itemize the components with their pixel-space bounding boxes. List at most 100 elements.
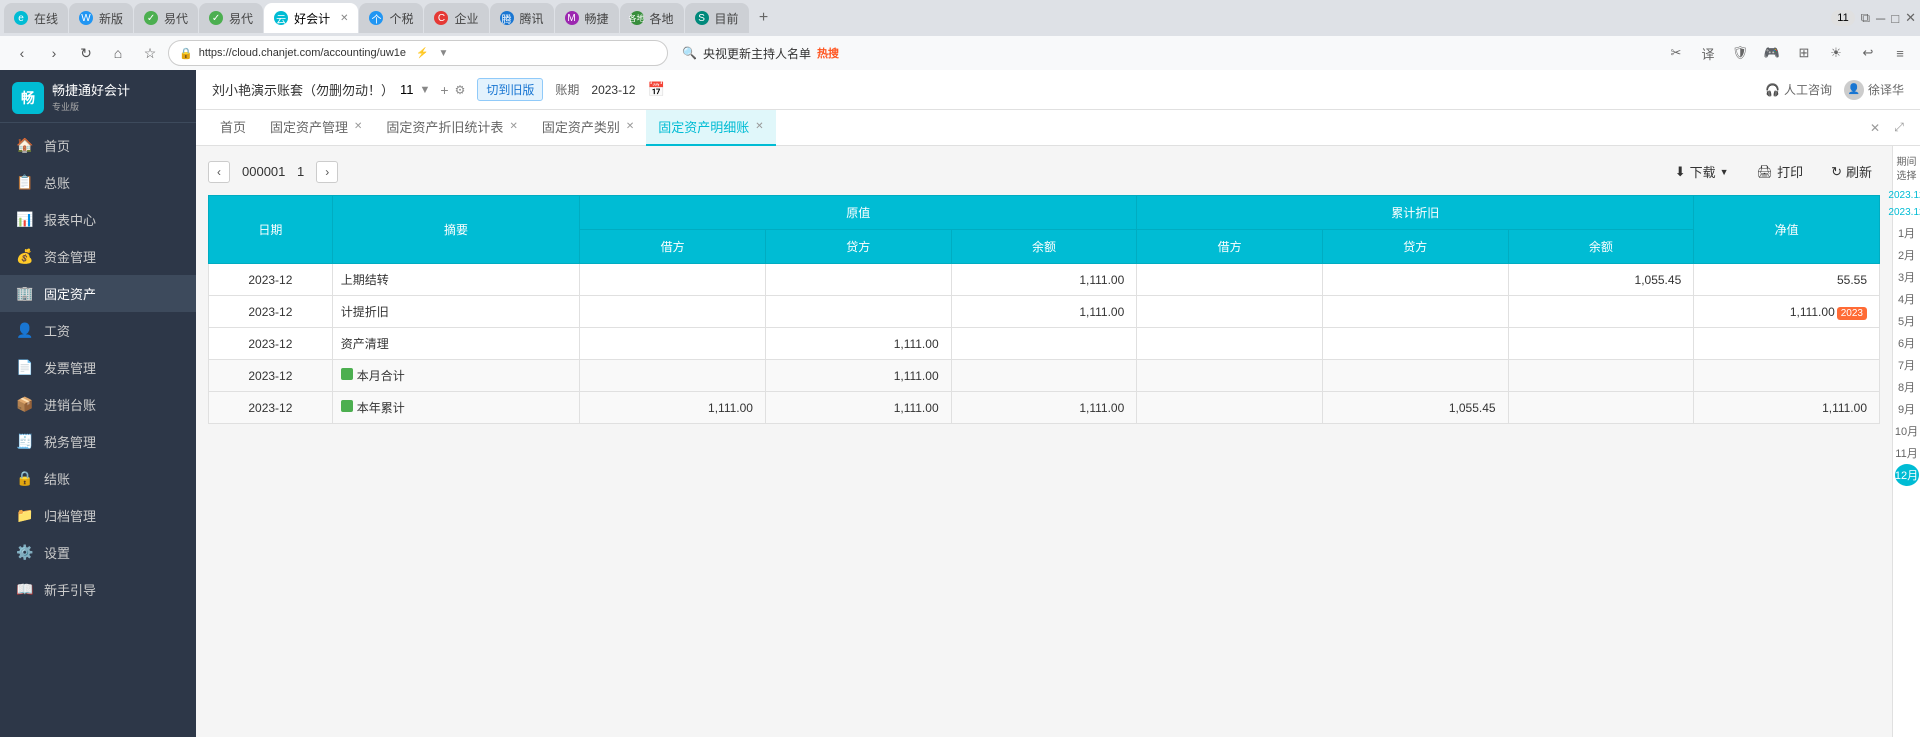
customer-service-btn[interactable]: 🎧 人工咨询 bbox=[1765, 81, 1832, 98]
browser-tab-yidai1[interactable]: ✓ 易代 bbox=[134, 3, 198, 33]
brightness-icon[interactable]: ☀ bbox=[1824, 41, 1848, 65]
tab-close-icon[interactable]: ✕ bbox=[354, 121, 362, 132]
translate-icon[interactable]: 译 bbox=[1696, 41, 1720, 65]
url-bar[interactable]: 🔒 https://cloud.chanjet.com/accounting/u… bbox=[168, 40, 668, 66]
user-info[interactable]: 👤 徐译华 bbox=[1844, 80, 1904, 100]
scissors-icon[interactable]: ✂ bbox=[1664, 41, 1688, 65]
sidebar-item-reports[interactable]: 📊 报表中心 bbox=[0, 201, 196, 238]
bookmark-button[interactable]: ☆ bbox=[136, 39, 164, 67]
calendar-icon[interactable]: 📅 bbox=[647, 81, 664, 98]
window-close-icon[interactable]: ✕ bbox=[1905, 10, 1916, 26]
col-date: 日期 bbox=[209, 196, 333, 264]
next-page-button[interactable]: › bbox=[316, 161, 338, 183]
browser-tab-online[interactable]: e 在线 bbox=[4, 3, 68, 33]
tab-close-icon[interactable]: ✕ bbox=[509, 121, 517, 132]
sidebar-item-label: 设置 bbox=[44, 543, 70, 562]
refresh-button-main[interactable]: ↻ 刷新 bbox=[1823, 158, 1880, 185]
sidebar-item-archive[interactable]: 📁 归档管理 bbox=[0, 497, 196, 534]
sidebar-item-invoice[interactable]: 📄 发票管理 bbox=[0, 349, 196, 386]
tab-fixed-asset-mgmt[interactable]: 固定资产管理 ✕ bbox=[258, 110, 374, 146]
right-period-panel: 期间选择 2023.12 2023.12 1月2月3月4月5月6月7月8月9月1… bbox=[1892, 146, 1920, 737]
sidebar-item-guide[interactable]: 📖 新手引导 bbox=[0, 571, 196, 608]
period-month-12[interactable]: 12月 bbox=[1895, 464, 1919, 486]
tab-close-icon[interactable]: ✕ bbox=[626, 121, 634, 132]
menu-icon[interactable]: ≡ bbox=[1888, 41, 1912, 65]
browser-tab-yidai2[interactable]: ✓ 易代 bbox=[199, 3, 263, 33]
period-month-7[interactable]: 7月 bbox=[1895, 354, 1919, 376]
close-tab-icon[interactable]: ✕ bbox=[340, 13, 348, 24]
expand-panel-button[interactable]: ⤢ bbox=[1890, 119, 1908, 137]
sidebar-item-home[interactable]: 🏠 首页 bbox=[0, 127, 196, 164]
period-month-10[interactable]: 10月 bbox=[1895, 420, 1919, 442]
period-month-2[interactable]: 2月 bbox=[1895, 244, 1919, 266]
tab-fixed-asset-detail[interactable]: 固定资产明细账 ✕ bbox=[646, 110, 775, 146]
table-cell-net-value: 55.55 bbox=[1694, 264, 1880, 296]
site-info-icon[interactable]: ⚡ bbox=[416, 48, 428, 59]
period-month-9[interactable]: 9月 bbox=[1895, 398, 1919, 420]
browser-tab-changjie[interactable]: M 畅捷 bbox=[555, 3, 619, 33]
ledger-icon: 📋 bbox=[16, 174, 34, 192]
tab-fixed-asset-category[interactable]: 固定资产类别 ✕ bbox=[530, 110, 646, 146]
browser-tab-qiye[interactable]: C 企业 bbox=[424, 3, 488, 33]
history-icon[interactable]: ↩ bbox=[1856, 41, 1880, 65]
sidebar-item-label: 新手引导 bbox=[44, 580, 96, 599]
settings-icon-header[interactable]: ⚙ bbox=[455, 83, 466, 97]
back-button[interactable]: ‹ bbox=[8, 39, 36, 67]
sidebar-item-general-ledger[interactable]: 📋 总账 bbox=[0, 164, 196, 201]
table-cell-orig-credit bbox=[765, 296, 951, 328]
table-cell-net-value bbox=[1694, 360, 1880, 392]
tab-label: 新版 bbox=[99, 10, 123, 27]
home-button[interactable]: ⌂ bbox=[104, 39, 132, 67]
maximize-icon[interactable]: □ bbox=[1891, 11, 1899, 26]
tax-icon: 🧾 bbox=[16, 433, 34, 451]
browser-tab-geshui[interactable]: 个 个税 bbox=[359, 3, 423, 33]
period-month-4[interactable]: 4月 bbox=[1895, 288, 1919, 310]
print-button[interactable]: 🖨 打印 bbox=[1749, 158, 1812, 185]
restore-icon[interactable]: ⧉ bbox=[1861, 10, 1870, 26]
sidebar-item-settings[interactable]: ⚙️ 设置 bbox=[0, 534, 196, 571]
forward-button[interactable]: › bbox=[40, 39, 68, 67]
download-button[interactable]: ⬇ 下载 ▼ bbox=[1667, 158, 1737, 185]
minimize-icon[interactable]: ─ bbox=[1876, 11, 1885, 26]
tab-fixed-asset-dep-stats[interactable]: 固定资产折旧统计表 ✕ bbox=[374, 110, 529, 146]
grid-icon[interactable]: ⊞ bbox=[1792, 41, 1816, 65]
period-month-5[interactable]: 5月 bbox=[1895, 310, 1919, 332]
refresh-button[interactable]: ↻ bbox=[72, 39, 100, 67]
sidebar-item-payroll[interactable]: 👤 工资 bbox=[0, 312, 196, 349]
tab-home[interactable]: 首页 bbox=[208, 110, 258, 146]
table-cell-dep-credit bbox=[1322, 264, 1508, 296]
period-month-1[interactable]: 1月 bbox=[1895, 222, 1919, 244]
tab-label: 易代 bbox=[229, 10, 253, 27]
add-icon[interactable]: + bbox=[440, 82, 448, 98]
sidebar-item-funds[interactable]: 💰 资金管理 bbox=[0, 238, 196, 275]
period-month-11[interactable]: 11月 bbox=[1895, 442, 1919, 464]
sidebar-item-label: 结账 bbox=[44, 469, 70, 488]
browser-tab-gedi[interactable]: 各地 各地 bbox=[620, 3, 684, 33]
table-cell-dep-debit bbox=[1137, 328, 1323, 360]
period-month-3[interactable]: 3月 bbox=[1895, 266, 1919, 288]
close-panel-button[interactable]: ✕ bbox=[1866, 119, 1884, 137]
url-dropdown-icon[interactable]: ▼ bbox=[438, 48, 448, 59]
browser-tab-tencent[interactable]: 腾 腾讯 bbox=[490, 3, 554, 33]
sidebar-item-closing[interactable]: 🔒 结账 bbox=[0, 460, 196, 497]
shield-icon[interactable]: 🛡 bbox=[1728, 41, 1752, 65]
dropdown-icon[interactable]: ▼ bbox=[420, 84, 431, 96]
tab-close-icon[interactable]: ✕ bbox=[755, 121, 763, 132]
app-header: 刘小艳演示账套（勿删勿动！） 11 ▼ + ⚙ 切到旧版 账期 2023-12 … bbox=[196, 70, 1920, 110]
sidebar-item-tax[interactable]: 🧾 税务管理 bbox=[0, 423, 196, 460]
browser-tab-muqian[interactable]: S 目前 bbox=[685, 3, 749, 33]
period-month-6[interactable]: 6月 bbox=[1895, 332, 1919, 354]
period-month-8[interactable]: 8月 bbox=[1895, 376, 1919, 398]
download-dropdown-icon: ▼ bbox=[1720, 167, 1729, 177]
new-tab-button[interactable]: + bbox=[750, 4, 778, 32]
tab-label: 固定资产管理 bbox=[270, 117, 348, 136]
browser-tab-haokuaiji[interactable]: 云 好会计 ✕ bbox=[264, 3, 358, 33]
table-cell-summary: 计提折旧 bbox=[332, 296, 580, 328]
sidebar-item-purchase-sales[interactable]: 📦 进销台账 bbox=[0, 386, 196, 423]
prev-page-button[interactable]: ‹ bbox=[208, 161, 230, 183]
switch-version-btn[interactable]: 切到旧版 bbox=[477, 78, 543, 101]
header-right: 🎧 人工咨询 👤 徐译华 bbox=[1765, 80, 1904, 100]
sidebar-item-fixed-assets[interactable]: 🏢 固定资产 bbox=[0, 275, 196, 312]
game-icon[interactable]: 🎮 bbox=[1760, 41, 1784, 65]
browser-tab-new[interactable]: W 新版 bbox=[69, 3, 133, 33]
